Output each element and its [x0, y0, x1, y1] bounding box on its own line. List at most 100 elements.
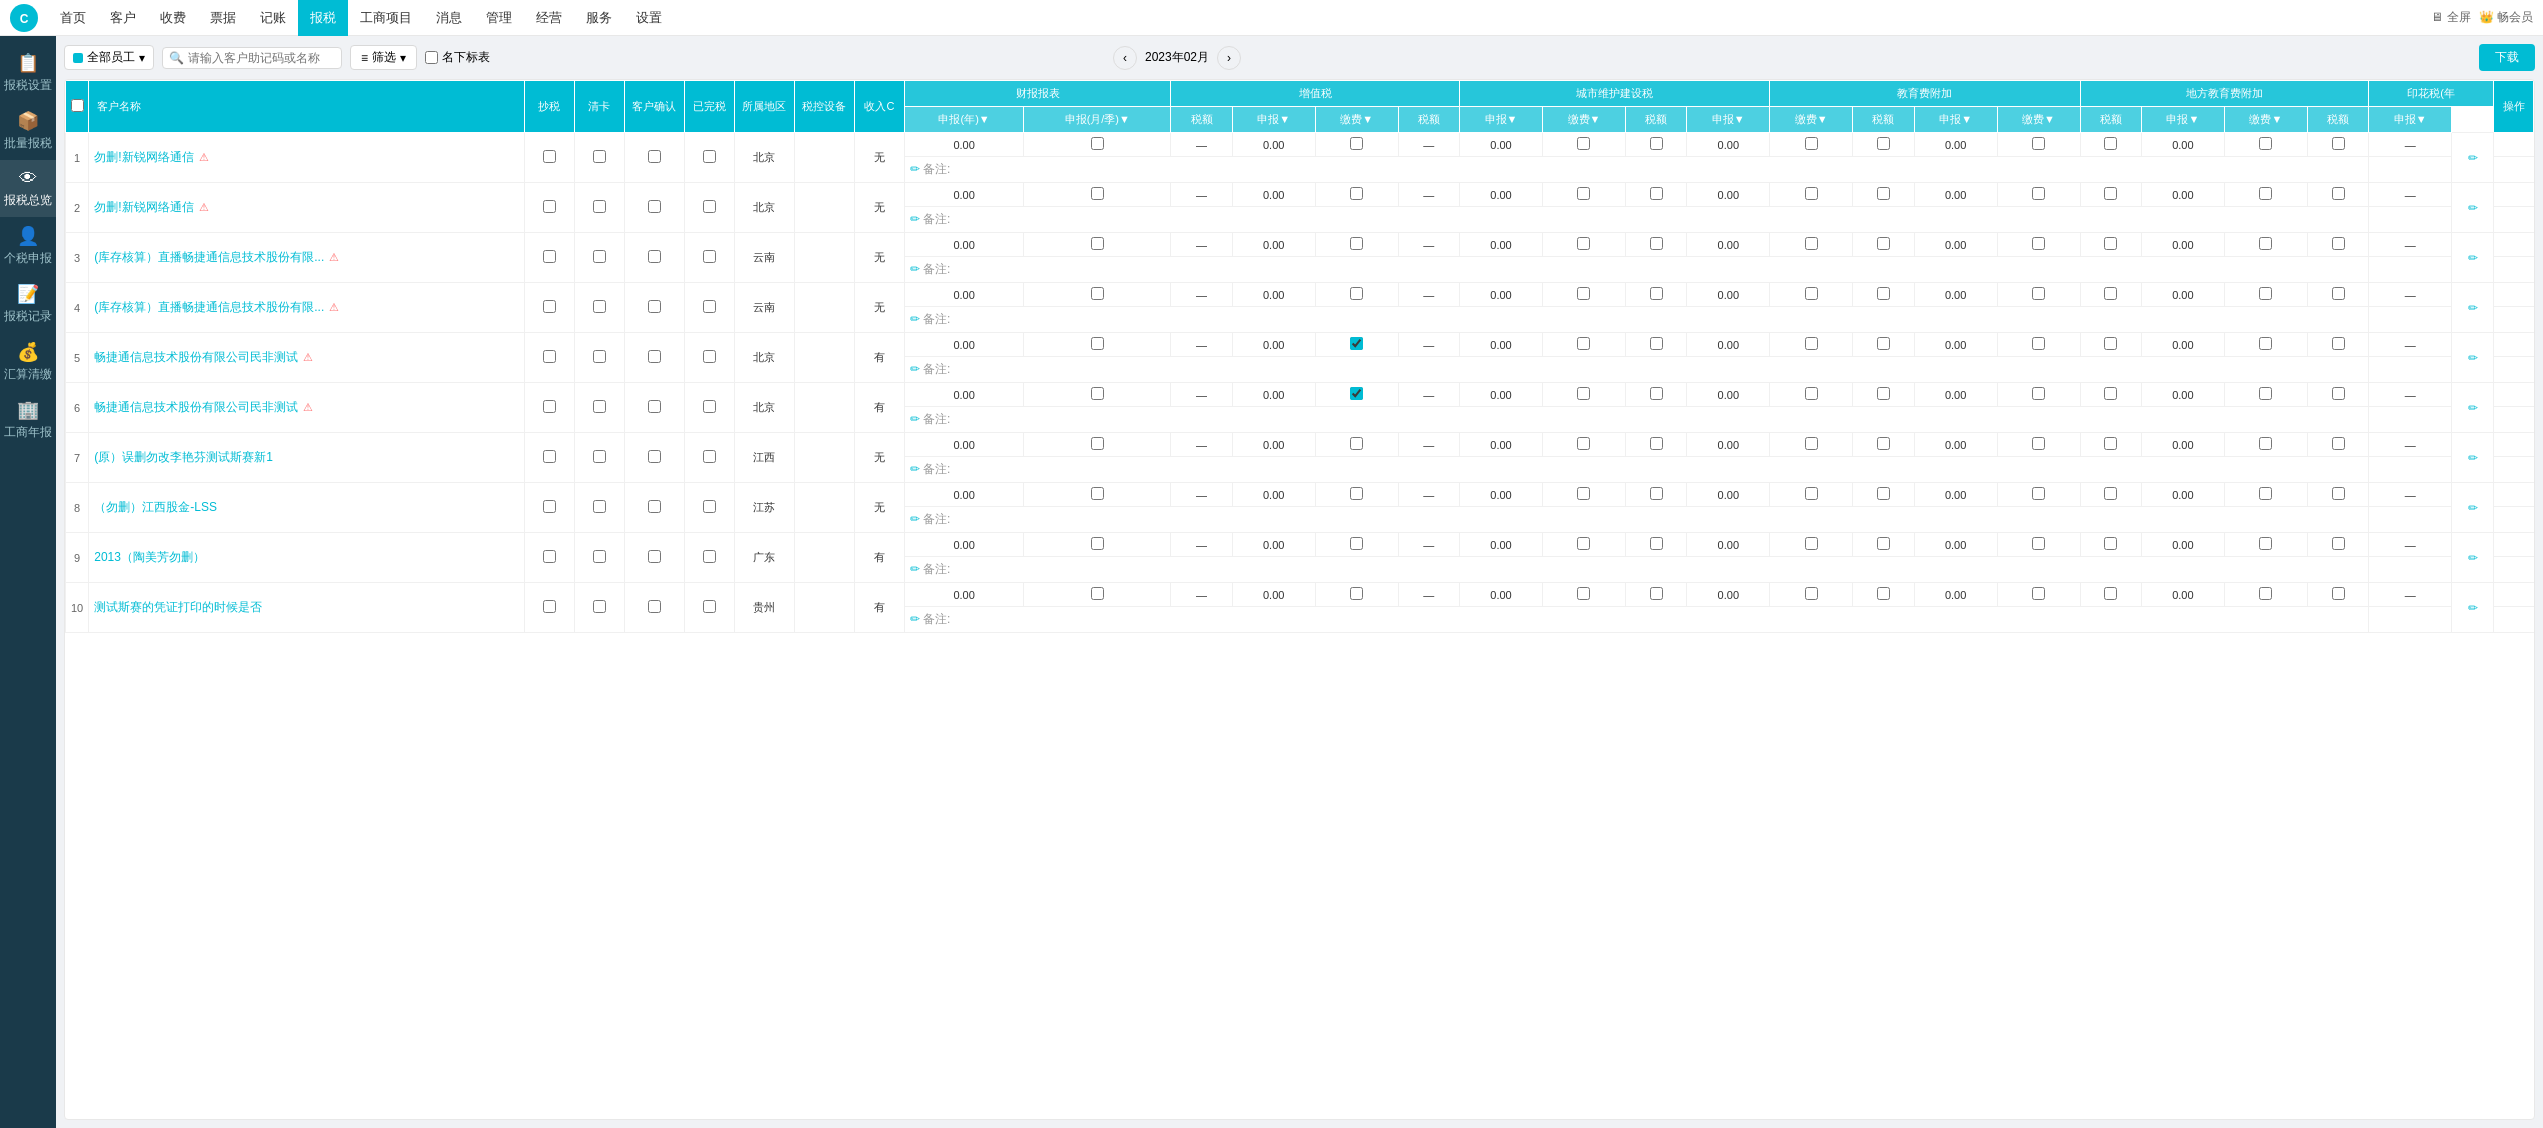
checkbox-cell[interactable] [684, 483, 734, 533]
checkbox-cell[interactable] [624, 283, 684, 333]
customer-name[interactable]: 2013（陶美芳勿删） [94, 550, 205, 564]
customer-name[interactable]: 畅捷通信息技术股份有限公司民非测试 [94, 400, 298, 414]
checkbox-cell[interactable] [524, 433, 574, 483]
edit-icon[interactable]: ✏ [2468, 551, 2478, 565]
checkbox-cell[interactable] [574, 383, 624, 433]
row-checkbox[interactable] [648, 200, 661, 213]
edit-icon[interactable]: ✏ [2468, 501, 2478, 515]
local-checkbox[interactable] [2032, 587, 2045, 600]
city-checkbox[interactable] [1577, 187, 1590, 200]
stamp-declare-check[interactable] [2224, 533, 2307, 557]
city-checkbox[interactable] [1577, 537, 1590, 550]
checkbox-cell[interactable] [684, 383, 734, 433]
city-pay-checkbox[interactable] [1650, 337, 1663, 350]
edu-declare-check[interactable] [1770, 283, 1853, 307]
local-declare-check[interactable] [1997, 533, 2080, 557]
row-checkbox[interactable] [593, 150, 606, 163]
row-checkbox[interactable] [543, 200, 556, 213]
vat-declare-checkbox[interactable] [1350, 337, 1363, 350]
action-cell[interactable]: ✏ [2452, 133, 2494, 183]
local-declare-check[interactable] [1997, 583, 2080, 607]
local-pay-checkbox[interactable] [2104, 287, 2117, 300]
city-pay-checkbox[interactable] [1650, 237, 1663, 250]
local-pay-check[interactable] [2080, 533, 2141, 557]
checkbox-cell[interactable] [524, 383, 574, 433]
customer-name[interactable]: 勿删!新锐网络通信 [94, 200, 193, 214]
checkbox-cell[interactable] [524, 233, 574, 283]
edu-pay-checkbox[interactable] [1877, 387, 1890, 400]
name-checkbox[interactable] [425, 51, 438, 64]
vat-declare-check[interactable] [1315, 583, 1398, 607]
local-pay-checkbox[interactable] [2104, 337, 2117, 350]
city-pay-checkbox[interactable] [1650, 137, 1663, 150]
row-checkbox[interactable] [593, 600, 606, 613]
fin-year-checkbox[interactable] [1091, 187, 1104, 200]
vat-declare-checkbox[interactable] [1350, 437, 1363, 450]
city-checkbox[interactable] [1577, 587, 1590, 600]
edu-checkbox[interactable] [1805, 187, 1818, 200]
stamp-checkbox[interactable] [2259, 537, 2272, 550]
city-checkbox[interactable] [1577, 237, 1590, 250]
vat-declare-check[interactable] [1315, 133, 1398, 157]
stamp-declare-check[interactable] [2224, 283, 2307, 307]
city-declare-check[interactable] [1542, 233, 1625, 257]
nav-business[interactable]: 工商项目 [348, 0, 424, 36]
local-checkbox[interactable] [2032, 137, 2045, 150]
stamp-pay-check[interactable] [2307, 433, 2368, 457]
row-checkbox[interactable] [543, 500, 556, 513]
customer-name[interactable]: (库存核算）直播畅捷通信息技术股份有限... [94, 250, 324, 264]
action-cell[interactable]: ✏ [2452, 533, 2494, 583]
fin-year-check[interactable] [1024, 183, 1171, 207]
edit-icon[interactable]: ✏ [2468, 601, 2478, 615]
stamp-declare-check[interactable] [2224, 483, 2307, 507]
vat-declare-check[interactable] [1315, 333, 1398, 357]
edit-note-icon[interactable]: ✏ [910, 312, 920, 326]
city-declare-check[interactable] [1542, 183, 1625, 207]
edu-pay-checkbox[interactable] [1877, 137, 1890, 150]
row-checkbox[interactable] [703, 250, 716, 263]
fin-year-check[interactable] [1024, 233, 1171, 257]
nav-home[interactable]: 首页 [48, 0, 98, 36]
row-checkbox[interactable] [648, 250, 661, 263]
stamp-declare-check[interactable] [2224, 583, 2307, 607]
stamp-pay-check[interactable] [2307, 233, 2368, 257]
stamp-pay-checkbox[interactable] [2332, 537, 2345, 550]
vat-declare-check[interactable] [1315, 483, 1398, 507]
edit-icon[interactable]: ✏ [2468, 451, 2478, 465]
city-pay-check[interactable] [1625, 433, 1686, 457]
stamp-pay-checkbox[interactable] [2332, 287, 2345, 300]
fin-year-check[interactable] [1024, 333, 1171, 357]
fin-year-check[interactable] [1024, 483, 1171, 507]
local-checkbox[interactable] [2032, 537, 2045, 550]
city-pay-checkbox[interactable] [1650, 537, 1663, 550]
edu-checkbox[interactable] [1805, 237, 1818, 250]
checkbox-cell[interactable] [624, 233, 684, 283]
edu-pay-check[interactable] [1853, 233, 1914, 257]
next-period-button[interactable]: › [1217, 46, 1241, 70]
city-declare-check[interactable] [1542, 583, 1625, 607]
local-pay-check[interactable] [2080, 383, 2141, 407]
city-pay-check[interactable] [1625, 333, 1686, 357]
row-checkbox[interactable] [648, 550, 661, 563]
filter-button[interactable]: ≡ 筛选 ▾ [350, 45, 417, 70]
nav-invoice[interactable]: 票据 [198, 0, 248, 36]
row-checkbox[interactable] [543, 400, 556, 413]
edu-pay-check[interactable] [1853, 283, 1914, 307]
fin-year-check[interactable] [1024, 583, 1171, 607]
stamp-pay-checkbox[interactable] [2332, 437, 2345, 450]
checkbox-cell[interactable] [624, 183, 684, 233]
city-pay-check[interactable] [1625, 583, 1686, 607]
name-checkbox-label[interactable]: 名下标表 [425, 49, 490, 66]
edu-checkbox[interactable] [1805, 487, 1818, 500]
checkbox-cell[interactable] [624, 533, 684, 583]
edu-pay-check[interactable] [1853, 533, 1914, 557]
vat-declare-checkbox[interactable] [1350, 487, 1363, 500]
stamp-checkbox[interactable] [2259, 437, 2272, 450]
checkbox-cell[interactable] [574, 133, 624, 183]
fin-year-check[interactable] [1024, 383, 1171, 407]
nav-tax[interactable]: 报税 [298, 0, 348, 36]
checkbox-cell[interactable] [574, 583, 624, 633]
checkbox-cell[interactable] [684, 333, 734, 383]
city-checkbox[interactable] [1577, 137, 1590, 150]
col-stamp-declare2[interactable]: 申报▼ [2369, 107, 2452, 133]
